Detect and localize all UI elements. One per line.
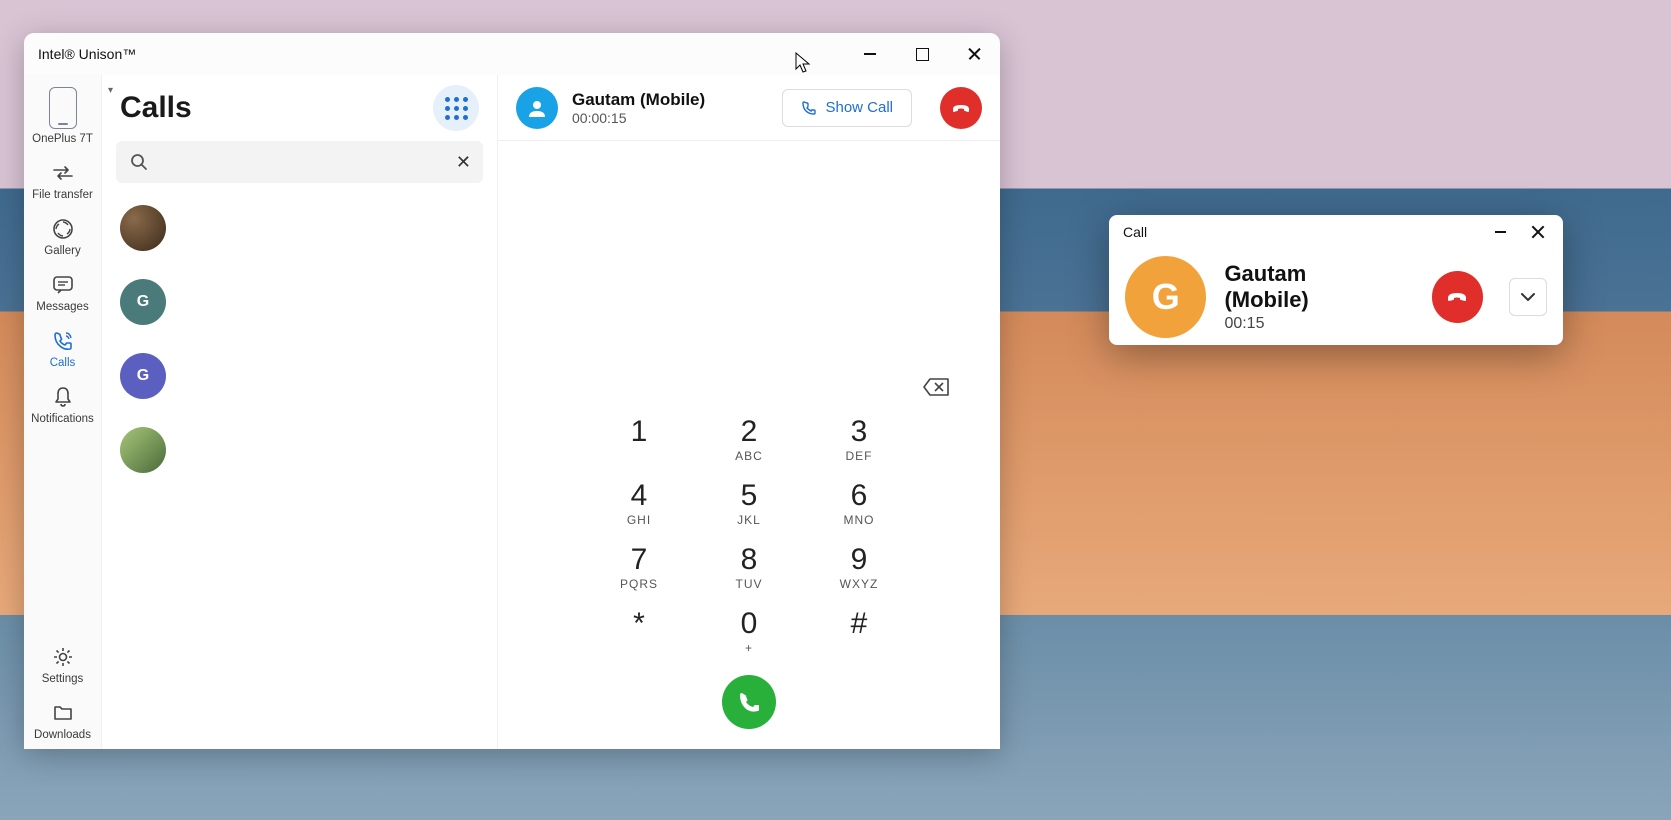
dial-key-2[interactable]: 2ABC xyxy=(714,417,784,463)
sidebar-item-messages[interactable]: Messages xyxy=(24,265,101,321)
search-icon xyxy=(130,153,148,171)
sidebar-item-label: Messages xyxy=(36,301,88,313)
sidebar-item-downloads[interactable]: Downloads xyxy=(24,693,101,749)
calls-panel: Calls ✕ G G xyxy=(102,75,498,749)
dial-call-button[interactable] xyxy=(722,675,776,729)
caller-info: Gautam (Mobile) 00:00:15 xyxy=(572,90,705,126)
widget-hangup-button[interactable] xyxy=(1432,271,1484,323)
show-call-label: Show Call xyxy=(825,99,893,116)
phone-icon xyxy=(801,100,817,116)
contact-avatar[interactable] xyxy=(120,205,166,251)
transfer-icon xyxy=(51,161,75,185)
app-window: Intel® Unison™ ▾ OnePlus 7T File transfe… xyxy=(24,33,1000,749)
minimize-button[interactable] xyxy=(844,33,896,75)
sidebar-item-file-transfer[interactable]: File transfer xyxy=(24,153,101,209)
contact-avatar[interactable] xyxy=(120,427,166,473)
dial-key-5[interactable]: 5JKL xyxy=(714,481,784,527)
sidebar-item-gallery[interactable]: Gallery xyxy=(24,209,101,265)
sidebar-item-label: File transfer xyxy=(32,189,93,201)
sidebar-item-label: Settings xyxy=(42,673,84,685)
sidebar-item-label: Downloads xyxy=(34,729,91,741)
sidebar-item-label: Notifications xyxy=(31,413,94,425)
downloads-icon xyxy=(51,701,75,725)
contact-avatar[interactable]: G xyxy=(120,353,166,399)
dial-key-0[interactable]: 0+ xyxy=(714,609,784,655)
widget-avatar: G xyxy=(1125,256,1206,338)
sidebar: ▾ OnePlus 7T File transfer Gallery Mess xyxy=(24,75,102,749)
window-title: Intel® Unison™ xyxy=(38,46,136,62)
active-call-banner: Gautam (Mobile) 00:00:15 Show Call xyxy=(498,75,1000,141)
search-input[interactable] xyxy=(160,154,439,171)
messages-icon xyxy=(51,273,75,297)
show-call-button[interactable]: Show Call xyxy=(782,89,912,127)
hangup-button[interactable] xyxy=(940,87,982,129)
bell-icon xyxy=(51,385,75,409)
widget-caller-name: Gautam (Mobile) xyxy=(1224,261,1395,313)
avatar-initial: G xyxy=(137,367,149,385)
call-widget: Call G Gautam (Mobile) 00:15 xyxy=(1109,215,1563,345)
gallery-icon xyxy=(51,217,75,241)
keypad-icon xyxy=(445,97,468,120)
dial-key-8[interactable]: 8TUV xyxy=(714,545,784,591)
backspace-button[interactable] xyxy=(922,377,950,397)
chevron-down-icon xyxy=(1520,292,1536,302)
widget-duration: 00:15 xyxy=(1224,315,1395,333)
sidebar-item-label: Calls xyxy=(50,357,76,369)
chevron-down-icon: ▾ xyxy=(108,85,113,96)
widget-title: Call xyxy=(1123,224,1147,240)
titlebar-controls xyxy=(844,33,1000,75)
gear-icon xyxy=(51,645,75,669)
dial-key-9[interactable]: 9WXYZ xyxy=(824,545,894,591)
widget-expand-button[interactable] xyxy=(1509,278,1547,316)
panel-title: Calls xyxy=(120,91,192,125)
sidebar-item-calls[interactable]: Calls xyxy=(24,321,101,377)
widget-call-info: Gautam (Mobile) 00:15 xyxy=(1224,261,1395,333)
dial-key-1[interactable]: 1 xyxy=(604,417,674,463)
dialer-panel: Gautam (Mobile) 00:00:15 Show Call xyxy=(498,75,1000,749)
search-box: ✕ xyxy=(116,141,483,183)
dial-key-hash[interactable]: # xyxy=(824,609,894,655)
widget-avatar-initial: G xyxy=(1152,276,1180,318)
dial-key-star[interactable]: * xyxy=(604,609,674,655)
titlebar: Intel® Unison™ xyxy=(24,33,1000,75)
call-duration: 00:00:15 xyxy=(572,110,705,126)
caller-avatar xyxy=(516,87,558,129)
dialpad: 1 2ABC 3DEF 4GHI 5JKL 6MNO 7PQRS 8TUV 9W… xyxy=(604,417,894,655)
dial-key-7[interactable]: 7PQRS xyxy=(604,545,674,591)
sidebar-device[interactable]: ▾ OnePlus 7T xyxy=(24,79,101,153)
widget-close-button[interactable] xyxy=(1519,217,1557,247)
clear-search-button[interactable]: ✕ xyxy=(456,152,471,173)
avatar-initial: G xyxy=(137,293,149,311)
close-button[interactable] xyxy=(948,33,1000,75)
keypad-toggle-button[interactable] xyxy=(433,85,479,131)
phone-icon xyxy=(49,87,77,129)
sidebar-item-label: Gallery xyxy=(44,245,80,257)
sidebar-item-settings[interactable]: Settings xyxy=(24,637,101,693)
caller-name: Gautam (Mobile) xyxy=(572,90,705,110)
dial-key-6[interactable]: 6MNO xyxy=(824,481,894,527)
calls-icon xyxy=(51,329,75,353)
contact-avatar[interactable]: G xyxy=(120,279,166,325)
sidebar-item-notifications[interactable]: Notifications xyxy=(24,377,101,433)
device-label: OnePlus 7T xyxy=(32,133,93,145)
maximize-button[interactable] xyxy=(896,33,948,75)
contact-list: G G xyxy=(102,195,497,483)
dial-key-4[interactable]: 4GHI xyxy=(604,481,674,527)
dial-key-3[interactable]: 3DEF xyxy=(824,417,894,463)
widget-minimize-button[interactable] xyxy=(1481,217,1519,247)
